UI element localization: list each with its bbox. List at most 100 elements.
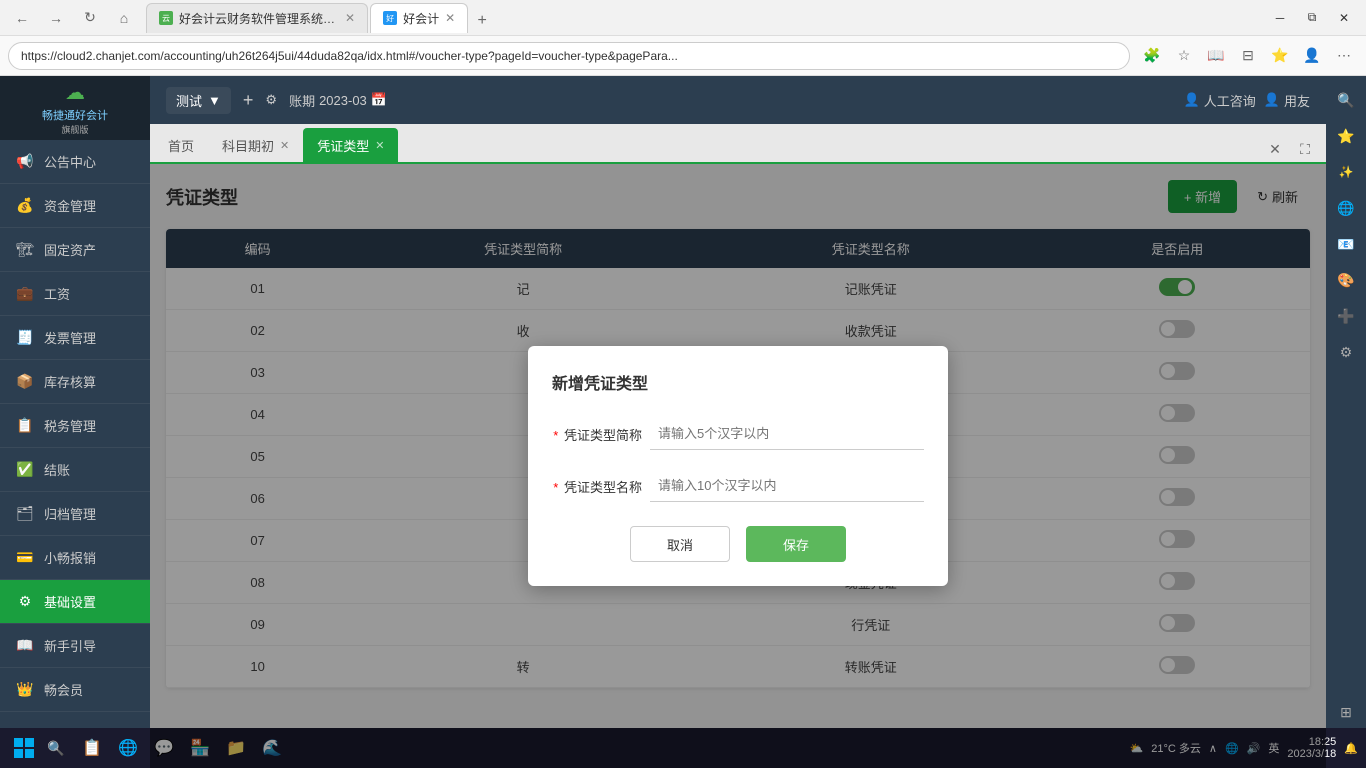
extensions-icon[interactable]: 🧩 [1138,42,1166,70]
modal-actions: 取消 保存 [552,526,924,562]
sidebar-menu: 📢 公告中心 💰 资金管理 🏗 固定资产 💼 工资 🧾 发票管理 📦 库 [0,140,150,734]
settings-header-button[interactable]: ⚙ [265,92,277,108]
tab-subject-period[interactable]: 科目期初 ✕ [208,128,303,162]
split-screen-icon[interactable]: ⊟ [1234,42,1262,70]
sidebar-item-tax[interactable]: 📋 税务管理 [0,404,150,448]
browser-toolbar: 🧩 ☆ 📖 ⊟ ⭐ 👤 ⋯ [1138,42,1358,70]
profile-icon[interactable]: 👤 [1298,42,1326,70]
user-label: 用友 [1284,91,1310,110]
name-form-row: * 凭证类型名称 [552,470,924,502]
sidebar-item-label-basic-settings: 基础设置 [44,592,96,611]
sidebar-item-label-settlement: 结账 [44,460,70,479]
settings-icon[interactable]: ⋯ [1330,42,1358,70]
taskbar-start-button[interactable] [8,732,40,764]
right-panel-theme-icon[interactable]: 🎨 [1330,264,1362,296]
forward-button[interactable]: → [42,4,70,32]
funds-icon: 💰 [16,197,34,214]
sidebar-item-basic-settings[interactable]: ⚙ 基础设置 [0,580,150,624]
main-content: 测试 ▼ + ⚙ 账期 2023-03 📅 👤 人工咨询 👤 用友 [150,76,1326,768]
sidebar-item-archive[interactable]: 🗂 归档管理 [0,492,150,536]
tab-subject-period-close[interactable]: ✕ [280,139,289,152]
new-tab-button[interactable]: + [470,9,494,33]
back-button[interactable]: ← [8,4,36,32]
right-panel-add-icon[interactable]: ➕ [1330,300,1362,332]
taskbar-app-file-explorer[interactable]: 📋 [76,732,108,764]
right-panel-search-icon[interactable]: 🔍 [1330,84,1362,116]
browser-controls: ← → ↻ ⌂ [8,4,138,32]
browser-tab-1[interactable]: 云 好会计云财务软件管理系统_会计 ✕ [146,3,368,33]
basic-settings-icon: ⚙ [16,593,34,610]
minimize-button[interactable]: ─ [1266,6,1294,30]
logo-badge: 旗舰版 [61,123,88,136]
sidebar-item-funds[interactable]: 💰 资金管理 [0,184,150,228]
period-calendar-icon: 📅 [371,92,387,108]
abbr-input[interactable] [650,418,924,450]
logo-icon: ☁ [65,80,85,105]
restore-button[interactable]: ⧉ [1298,6,1326,30]
period-label: 账期 [289,91,315,110]
logo-text: 畅捷通好会计 [42,107,108,123]
tab-voucher-type-close[interactable]: ✕ [375,139,384,152]
tab-maximize-button[interactable]: ⛶ [1292,136,1318,162]
reading-icon[interactable]: 📖 [1202,42,1230,70]
sidebar-item-inventory[interactable]: 📦 库存核算 [0,360,150,404]
sidebar-item-label-expense: 小畅报销 [44,548,96,567]
browser-title-bar: ← → ↻ ⌂ 云 好会计云财务软件管理系统_会计 ✕ 好 好会计 ✕ + ─ … [0,0,1366,36]
favorites-icon[interactable]: ☆ [1170,42,1198,70]
right-panel-globe-icon[interactable]: 🌐 [1330,192,1362,224]
sidebar-item-announcement[interactable]: 📢 公告中心 [0,140,150,184]
sidebar-item-label-member: 畅会员 [44,680,83,699]
sidebar-item-salary[interactable]: 💼 工资 [0,272,150,316]
sidebar-item-member[interactable]: 👑 畅会员 [0,668,150,712]
tab-close-2[interactable]: ✕ [445,11,455,25]
tray-notification-icon[interactable]: 🔔 [1344,742,1358,755]
content-area: 凭证类型 + 新增 ↻ 刷新 编码 凭证类型简称 凭证类型 [150,164,1326,768]
user-button[interactable]: 👤 用友 [1264,91,1310,110]
address-input[interactable] [8,42,1130,70]
close-button[interactable]: ✕ [1330,6,1358,30]
taskbar-app-chrome[interactable]: 🌐 [112,732,144,764]
sidebar-item-expense[interactable]: 💳 小畅报销 [0,536,150,580]
tab-subject-period-label: 科目期初 [222,136,274,155]
expense-icon: 💳 [16,549,34,566]
modal-title: 新增凭证类型 [552,370,924,394]
add-company-button[interactable]: + [243,90,254,111]
company-selector[interactable]: 测试 ▼ [166,87,231,114]
tab-home[interactable]: 首页 [154,128,208,162]
right-panel-star-icon[interactable]: ⭐ [1330,120,1362,152]
name-input[interactable] [650,470,924,502]
collections-icon[interactable]: ⭐ [1266,42,1294,70]
tax-icon: 📋 [16,417,34,434]
refresh-button[interactable]: ↻ [76,4,104,32]
browser-tab-2[interactable]: 好 好会计 ✕ [370,3,468,33]
taskbar-search-button[interactable]: 🔍 [40,732,72,764]
tab-title-2: 好会计 [403,10,439,27]
save-button[interactable]: 保存 [746,526,846,562]
user-icon: 👤 [1264,92,1280,108]
home-button[interactable]: ⌂ [110,4,138,32]
sidebar-item-new-guide[interactable]: 📖 新手引导 [0,624,150,668]
sidebar: ☁ 畅捷通好会计 旗舰版 📢 公告中心 💰 资金管理 🏗 固定资产 💼 工资 [0,76,150,768]
tab-voucher-type[interactable]: 凭证类型 ✕ [303,128,398,162]
sidebar-item-invoice[interactable]: 🧾 发票管理 [0,316,150,360]
tab-close-1[interactable]: ✕ [345,11,355,25]
right-panel-grid-icon[interactable]: ⊞ [1330,696,1362,728]
abbr-required-star: * [553,428,558,443]
cancel-button[interactable]: 取消 [630,526,730,562]
right-panel-email-icon[interactable]: 📧 [1330,228,1362,260]
company-dropdown-icon: ▼ [208,93,221,108]
salary-icon: 💼 [16,285,34,302]
sidebar-item-fixed-assets[interactable]: 🏗 固定资产 [0,228,150,272]
tab-close-window-button[interactable]: ✕ [1262,136,1288,162]
right-panel-settings-icon[interactable]: ⚙ [1330,336,1362,368]
sidebar-item-label-tax: 税务管理 [44,416,96,435]
app-header: 测试 ▼ + ⚙ 账期 2023-03 📅 👤 人工咨询 👤 用友 [150,76,1326,124]
member-icon: 👑 [16,681,34,698]
browser-tab-list: 云 好会计云财务软件管理系统_会计 ✕ 好 好会计 ✕ + [146,3,1266,33]
name-required-star: * [553,480,558,495]
sidebar-item-settlement[interactable]: ✅ 结账 [0,448,150,492]
help-button[interactable]: 👤 人工咨询 [1184,91,1256,110]
period-info: 账期 2023-03 📅 [289,91,387,110]
sidebar-item-label-salary: 工资 [44,284,70,303]
right-panel-ai-icon[interactable]: ✨ [1330,156,1362,188]
